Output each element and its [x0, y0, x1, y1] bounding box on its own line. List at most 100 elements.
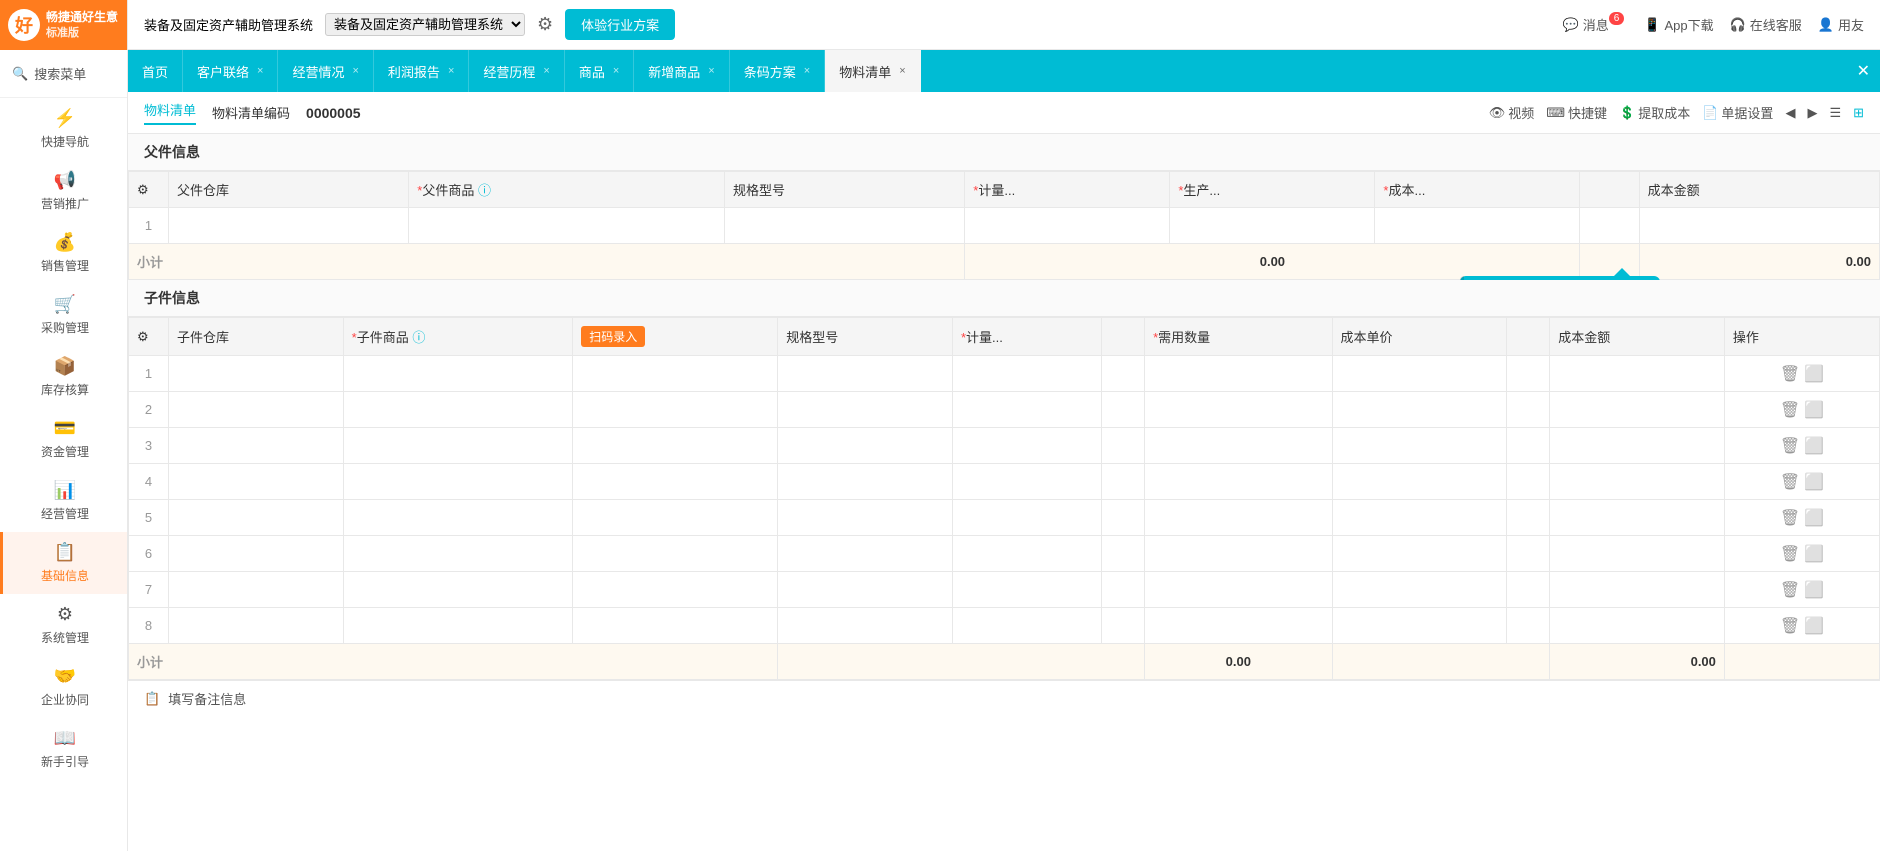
delete-row-button[interactable]: 🗑 — [1780, 436, 1800, 456]
nav-tab-profit[interactable]: 利润报告× — [374, 50, 469, 92]
setting-action[interactable]: 📄 单据设置 — [1702, 103, 1773, 122]
child-unit-cell[interactable] — [952, 536, 1101, 572]
child-qty-cell[interactable] — [1145, 608, 1332, 644]
close-tab-x[interactable]: × — [543, 65, 549, 77]
sidebar-item-quick-nav[interactable]: ⚡快捷导航 — [0, 98, 127, 160]
child-qty-cell[interactable] — [1145, 500, 1332, 536]
close-tab-x[interactable]: × — [448, 65, 454, 77]
child-unitcost-cell[interactable] — [1332, 464, 1507, 500]
child-unit-cell[interactable] — [952, 608, 1101, 644]
sidebar-item-sales[interactable]: 💰销售管理 — [0, 222, 127, 284]
child-unitcost-cell[interactable] — [1332, 500, 1507, 536]
copy-row-button[interactable]: ⬜ — [1804, 400, 1824, 420]
child-qty-cell[interactable] — [1145, 572, 1332, 608]
list-view-button[interactable]: ☰ — [1829, 105, 1841, 121]
child-warehouse-cell[interactable] — [169, 536, 344, 572]
parent-unit-cell[interactable] — [965, 208, 1170, 244]
grid-view-button[interactable]: ⊞ — [1853, 105, 1864, 121]
parent-spec-cell[interactable] — [725, 208, 965, 244]
child-product-cell[interactable] — [343, 464, 573, 500]
sidebar-item-purchase[interactable]: 🛒采购管理 — [0, 284, 127, 346]
cost-action[interactable]: 💲 提取成本 — [1619, 103, 1690, 122]
copy-row-button[interactable]: ⬜ — [1804, 508, 1824, 528]
sidebar-item-enterprise[interactable]: 🤝企业协同 — [0, 656, 127, 718]
child-spec-cell[interactable] — [778, 536, 953, 572]
nav-tab-barcode[interactable]: 条码方案× — [730, 50, 825, 92]
child-warehouse-cell[interactable] — [169, 608, 344, 644]
child-qty-cell[interactable] — [1145, 356, 1332, 392]
child-product-cell[interactable] — [343, 536, 573, 572]
parent-warehouse-cell[interactable] — [169, 208, 409, 244]
nav-tab-history[interactable]: 经营历程× — [469, 50, 564, 92]
parent-col-gear[interactable]: ⚙ — [129, 172, 169, 208]
child-spec-cell[interactable] — [778, 356, 953, 392]
child-product-cell[interactable] — [343, 608, 573, 644]
child-warehouse-cell[interactable] — [169, 428, 344, 464]
child-unit-cell[interactable] — [952, 356, 1101, 392]
child-unitcost-cell[interactable] — [1332, 428, 1507, 464]
child-unitcost-cell[interactable] — [1332, 356, 1507, 392]
child-warehouse-cell[interactable] — [169, 500, 344, 536]
delete-row-button[interactable]: 🗑 — [1780, 472, 1800, 492]
nav-tab-business[interactable]: 经营情况× — [278, 50, 373, 92]
child-product-cell[interactable] — [343, 356, 573, 392]
copy-row-button[interactable]: ⬜ — [1804, 580, 1824, 600]
child-unitcost-cell[interactable] — [1332, 572, 1507, 608]
child-spec-cell[interactable] — [778, 608, 953, 644]
child-product-info-icon[interactable]: ⓘ — [412, 330, 425, 345]
delete-row-button[interactable]: 🗑 — [1780, 616, 1800, 636]
sidebar-item-system[interactable]: ⚙系统管理 — [0, 594, 127, 656]
child-product-cell[interactable] — [343, 500, 573, 536]
child-spec-cell[interactable] — [778, 392, 953, 428]
child-spec-cell[interactable] — [778, 464, 953, 500]
close-tab-x[interactable]: × — [352, 65, 358, 77]
delete-row-button[interactable]: 🗑 — [1780, 364, 1800, 384]
shortcut-action[interactable]: ⌨ 快捷键 — [1546, 103, 1607, 122]
scan-input-button[interactable]: 扫码录入 — [581, 326, 645, 347]
copy-row-button[interactable]: ⬜ — [1804, 472, 1824, 492]
child-spec-cell[interactable] — [778, 572, 953, 608]
child-qty-cell[interactable] — [1145, 428, 1332, 464]
parent-product-cell[interactable] — [409, 208, 725, 244]
sub-tab-bom[interactable]: 物料清单 — [144, 100, 196, 125]
close-tab-button[interactable]: ✕ — [1847, 50, 1880, 92]
user-item[interactable]: 👤 用友 — [1818, 15, 1864, 34]
copy-row-button[interactable]: ⬜ — [1804, 364, 1824, 384]
sidebar-item-finance[interactable]: 💳资金管理 — [0, 408, 127, 470]
child-product-cell[interactable] — [343, 572, 573, 608]
sidebar-item-marketing[interactable]: 📢营销推广 — [0, 160, 127, 222]
note-label[interactable]: 填写备注信息 — [168, 689, 246, 708]
close-tab-x[interactable]: × — [804, 65, 810, 77]
nav-tab-bom[interactable]: 物料清单× — [825, 50, 920, 92]
child-unit-cell[interactable] — [952, 572, 1101, 608]
online-service-item[interactable]: 🎧 在线客服 — [1730, 15, 1802, 34]
sidebar-item-inventory[interactable]: 📦库存核算 — [0, 346, 127, 408]
child-qty-cell[interactable] — [1145, 464, 1332, 500]
child-qty-cell[interactable] — [1145, 392, 1332, 428]
sub-tab-code[interactable]: 物料清单编码 — [212, 103, 290, 122]
delete-row-button[interactable]: 🗑 — [1780, 400, 1800, 420]
delete-row-button[interactable]: 🗑 — [1780, 580, 1800, 600]
close-tab-x[interactable]: × — [257, 65, 263, 77]
nav-tab-new-product[interactable]: 新增商品× — [634, 50, 729, 92]
title-dropdown[interactable]: 装备及固定资产辅助管理系统 — [325, 13, 525, 36]
trial-button[interactable]: 体验行业方案 — [565, 9, 675, 40]
child-spec-cell[interactable] — [778, 428, 953, 464]
view-action[interactable]: 👁 视频 — [1489, 103, 1535, 122]
child-warehouse-cell[interactable] — [169, 572, 344, 608]
child-qty-cell[interactable] — [1145, 536, 1332, 572]
nav-next-button[interactable]: ▶ — [1807, 105, 1817, 121]
search-menu-button[interactable]: 🔍 搜索菜单 — [8, 58, 119, 89]
nav-tab-customer[interactable]: 客户联络× — [183, 50, 278, 92]
child-unitcost-cell[interactable] — [1332, 608, 1507, 644]
copy-row-button[interactable]: ⬜ — [1804, 616, 1824, 636]
copy-row-button[interactable]: ⬜ — [1804, 544, 1824, 564]
close-tab-x[interactable]: × — [613, 65, 619, 77]
child-unit-cell[interactable] — [952, 428, 1101, 464]
sidebar-item-basic-info[interactable]: 📋基础信息 — [0, 532, 127, 594]
message-item[interactable]: 💬 消息 6 — [1563, 15, 1629, 34]
child-product-cell[interactable] — [343, 392, 573, 428]
close-tab-x[interactable]: × — [899, 65, 905, 77]
nav-prev-button[interactable]: ◀ — [1785, 105, 1795, 121]
child-unitcost-cell[interactable] — [1332, 536, 1507, 572]
